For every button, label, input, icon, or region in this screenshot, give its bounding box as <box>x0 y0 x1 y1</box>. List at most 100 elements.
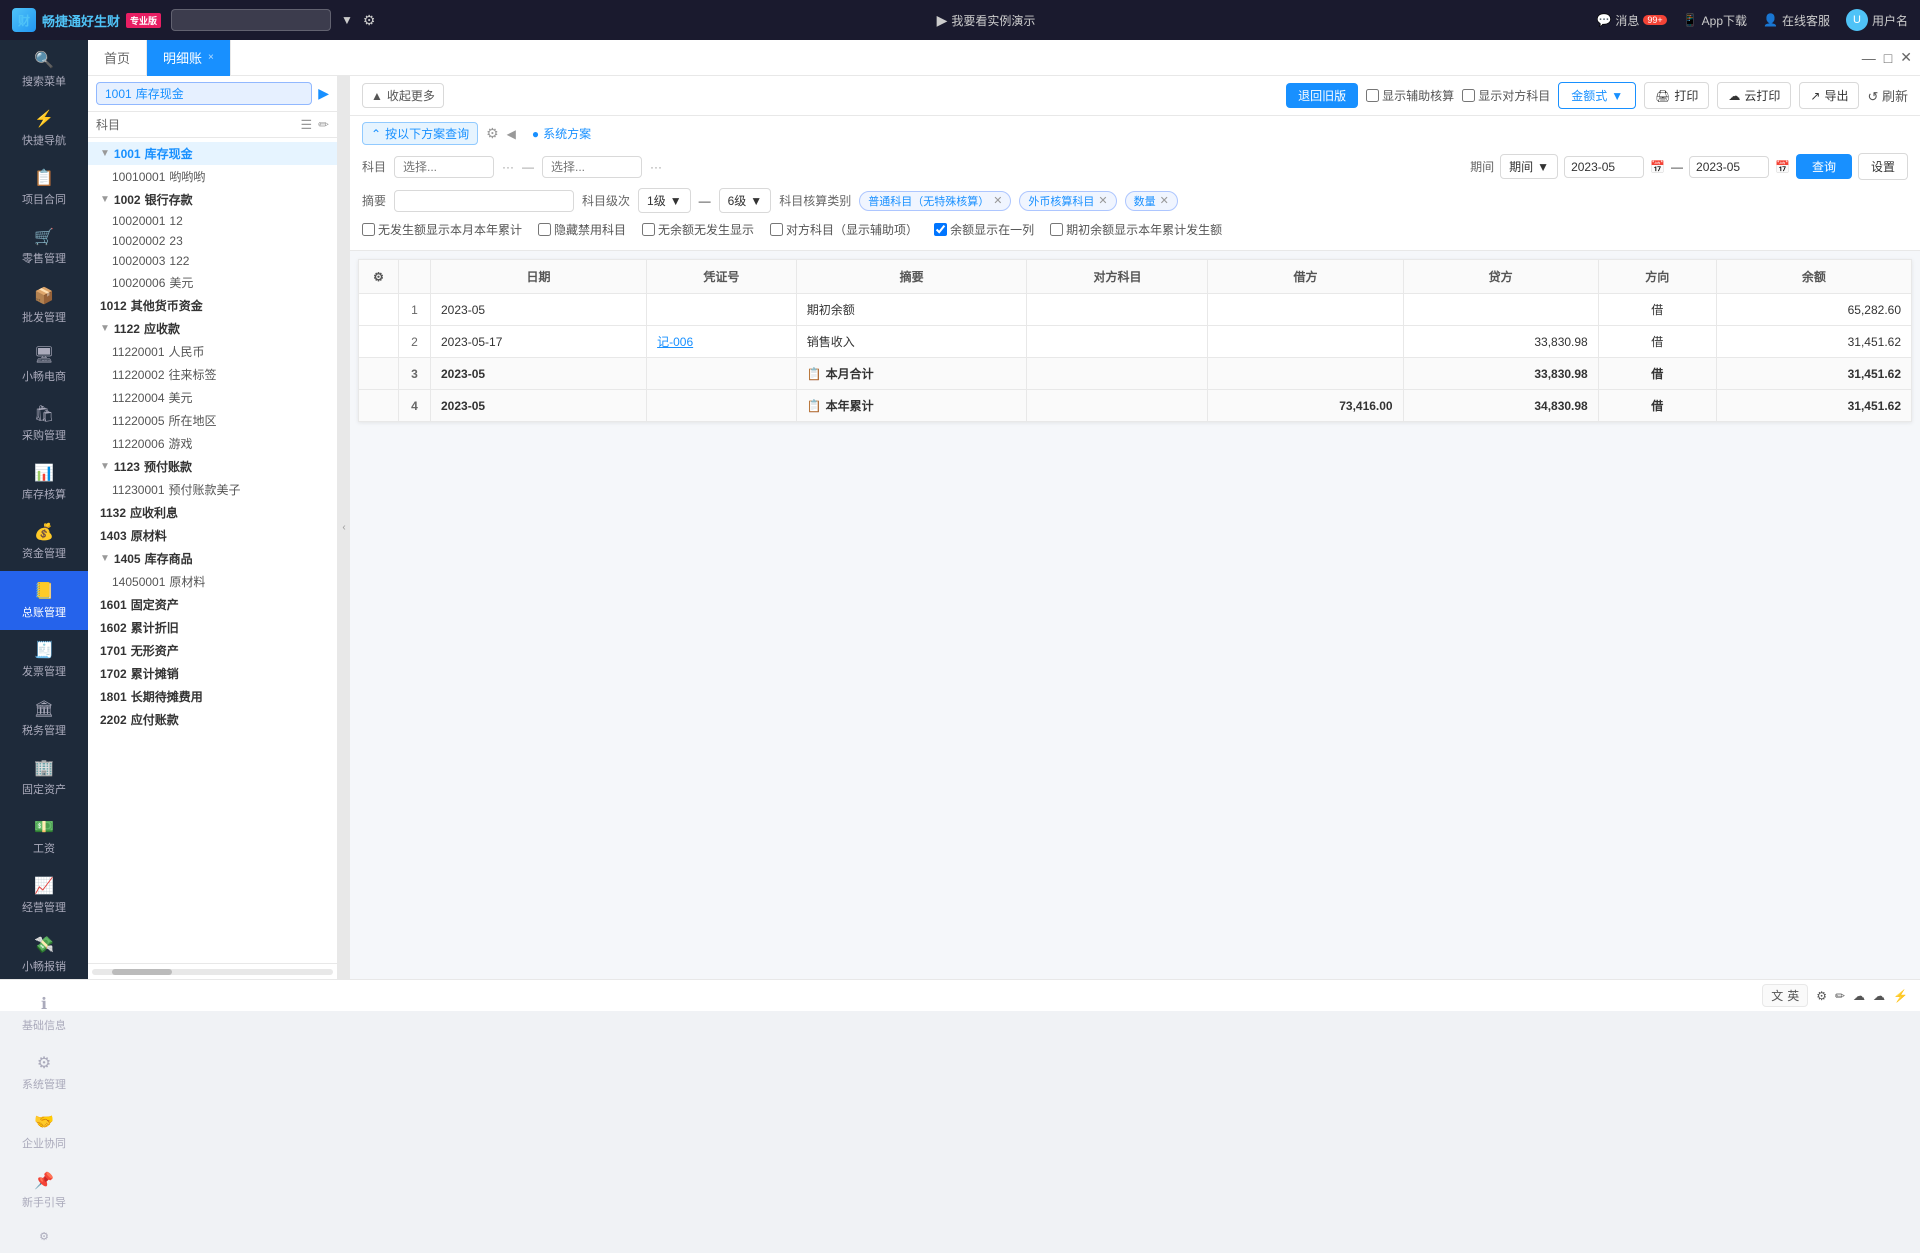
checkbox-balance-in-one[interactable]: 余额显示在一列 <box>934 221 1034 238</box>
tree-item-10020006[interactable]: 10020006 美元 <box>88 271 337 294</box>
top-search-input[interactable] <box>171 9 331 31</box>
tab-detail-account[interactable]: 明细账 × <box>147 40 231 76</box>
sidebar-item-assets[interactable]: 🏢 固定资产 <box>0 748 88 807</box>
show-aux-checkbox[interactable]: 显示辅助核算 <box>1366 87 1454 104</box>
tree-item-14050001[interactable]: 14050001 原材料 <box>88 570 337 593</box>
tree-item-1403[interactable]: 1403 原材料 <box>88 524 337 547</box>
print-button[interactable]: 🖨 打印 <box>1644 82 1709 109</box>
checkbox-no-amount[interactable]: 无发生额显示本月本年累计 <box>362 221 522 238</box>
tab-close-all-button[interactable]: ✕ <box>1900 49 1912 66</box>
checkbox-no-balance[interactable]: 无余额无发生显示 <box>642 221 754 238</box>
sidebar-item-purchase[interactable]: 🛍 采购管理 <box>0 394 88 453</box>
left-panel-collapse-handle[interactable]: ‹ <box>338 76 350 979</box>
online-service-button[interactable]: 👤 在线客服 <box>1763 12 1830 29</box>
sidebar-item-inventory[interactable]: 📊 库存核算 <box>0 453 88 512</box>
bottom-bolt-icon[interactable]: ⚡ <box>1893 989 1908 1003</box>
period-end-input[interactable] <box>1689 156 1769 178</box>
tree-scrollbar-area[interactable] <box>88 963 337 979</box>
cb-no-balance[interactable] <box>642 223 655 236</box>
sidebar-item-tax[interactable]: 🏛 税务管理 <box>0 689 88 748</box>
scheme-button[interactable]: ● 系统方案 <box>532 125 591 142</box>
tree-item-10020003[interactable]: 10020003 122 <box>88 251 337 271</box>
row-voucher[interactable]: 记-006 <box>647 326 797 358</box>
sidebar-item-guide[interactable]: 📌 新手引导 <box>0 1161 88 1220</box>
level-to-select[interactable]: 6级 ▼ <box>719 188 772 213</box>
sidebar-item-project[interactable]: 📋 项目合同 <box>0 158 88 217</box>
tab-close-icon[interactable]: × <box>208 52 214 63</box>
tree-item-1405[interactable]: ▼ 1405 库存商品 <box>88 547 337 570</box>
summary-input[interactable] <box>394 190 574 212</box>
cb-initial-balance[interactable] <box>1050 223 1063 236</box>
cb-no-amount[interactable] <box>362 223 375 236</box>
settings-icon[interactable]: ⚙ <box>363 12 376 29</box>
tab-home[interactable]: 首页 <box>88 40 147 76</box>
tree-item-10020002[interactable]: 10020002 23 <box>88 231 337 251</box>
return-old-version-button[interactable]: 退回旧版 <box>1286 83 1358 108</box>
tree-item-2202[interactable]: 2202 应付账款 <box>88 708 337 731</box>
filter-tag-close-0[interactable]: ✕ <box>993 194 1002 207</box>
th-settings[interactable]: ⚙ <box>359 260 399 294</box>
show-aux-input[interactable] <box>1366 89 1379 102</box>
tree-item-1801[interactable]: 1801 长期待摊费用 <box>88 685 337 708</box>
export-button[interactable]: ↗ 导出 <box>1799 82 1859 109</box>
subject-input[interactable] <box>394 156 494 178</box>
tree-item-11220006[interactable]: 11220006 游戏 <box>88 432 337 455</box>
sidebar-item-base[interactable]: ℹ 基础信息 <box>0 984 88 1043</box>
bottom-edit-icon[interactable]: ✏ <box>1835 989 1845 1003</box>
bottom-settings-icon[interactable]: ⚙ <box>1816 989 1827 1003</box>
tree-item-11220002[interactable]: 11220002 往来标签 <box>88 363 337 386</box>
tree-item-1701[interactable]: 1701 无形资产 <box>88 639 337 662</box>
tree-scrollbar-track[interactable] <box>92 969 333 975</box>
period-start-input[interactable] <box>1564 156 1644 178</box>
message-button[interactable]: 💬 消息 99+ <box>1596 12 1666 29</box>
show-opposite-input[interactable] <box>1462 89 1475 102</box>
tree-item-11220004[interactable]: 11220004 美元 <box>88 386 337 409</box>
bottom-cloud-icon1[interactable]: ☁ <box>1853 989 1865 1003</box>
voucher-link[interactable]: 记-006 <box>657 335 693 349</box>
cloud-print-button[interactable]: ☁ 云打印 <box>1717 82 1791 109</box>
tree-item-1123[interactable]: ▼ 1123 预付账款 <box>88 455 337 478</box>
tree-item-11230001[interactable]: 11230001 预付账款美子 <box>88 478 337 501</box>
tree-item-11220005[interactable]: 11220005 所在地区 <box>88 409 337 432</box>
period-type-select[interactable]: 期间 ▼ <box>1500 154 1558 179</box>
selected-account[interactable]: 1001 库存现金 <box>96 82 312 105</box>
tree-item-11220001[interactable]: 11220001 人民币 <box>88 340 337 363</box>
app-download-button[interactable]: 📱 App下载 <box>1683 12 1747 29</box>
sidebar-item-finance[interactable]: 💰 资金管理 <box>0 512 88 571</box>
sidebar-item-sales[interactable]: 💸 小畅报销 <box>0 925 88 984</box>
calendar-start-icon[interactable]: 📅 <box>1650 160 1665 174</box>
setting-button[interactable]: 设置 <box>1858 153 1908 180</box>
amount-format-button[interactable]: 金额式 ▼ <box>1558 82 1636 109</box>
checkbox-hide-disabled[interactable]: 隐藏禁用科目 <box>538 221 626 238</box>
calendar-end-icon[interactable]: 📅 <box>1775 160 1790 174</box>
sidebar-item-nav[interactable]: ⚡ 快捷导航 <box>0 99 88 158</box>
sidebar-settings-button[interactable]: ⚙ <box>0 1220 88 1253</box>
level-from-select[interactable]: 1级 ▼ <box>638 188 691 213</box>
refresh-button[interactable]: ↺ 刷新 <box>1867 86 1908 105</box>
filter-settings-icon[interactable]: ⚙ <box>486 125 499 142</box>
tree-item-1702[interactable]: 1702 累计摊销 <box>88 662 337 685</box>
tree-edit-icon[interactable]: ✏ <box>318 117 329 133</box>
dropdown-icon[interactable]: ▼ <box>341 13 353 27</box>
demo-button[interactable]: ▶ 我要看实例演示 <box>937 12 1036 29</box>
sidebar-item-ecommerce[interactable]: 🖥 小畅电商 <box>0 335 88 394</box>
tree-container[interactable]: ▼ 1001 库存现金 10010001 哟哟哟 ▼ 1002 银行存款 <box>88 138 337 963</box>
tree-item-10020001[interactable]: 10020001 12 <box>88 211 337 231</box>
filter-collapse-icon[interactable]: ◀ <box>507 127 516 141</box>
tree-item-1002[interactable]: ▼ 1002 银行存款 <box>88 188 337 211</box>
table-area[interactable]: ⚙ 日期 凭证号 摘要 对方科目 借方 贷方 方向 余额 <box>350 251 1920 979</box>
tree-list-icon[interactable]: ☰ <box>300 117 312 133</box>
sidebar-item-wholesale[interactable]: 📦 批发管理 <box>0 276 88 335</box>
sidebar-item-ledger[interactable]: 📒 总账管理 <box>0 571 88 630</box>
tree-item-1001[interactable]: ▼ 1001 库存现金 <box>88 142 337 165</box>
cb-balance-in-one[interactable] <box>934 223 947 236</box>
tree-item-1012[interactable]: 1012 其他货币资金 <box>88 294 337 317</box>
filter-tag-quantity[interactable]: 数量 ✕ <box>1125 191 1178 211</box>
sidebar-item-cooperation[interactable]: 🤝 企业协同 <box>0 1102 88 1161</box>
sidebar-item-retail[interactable]: 🛒 零售管理 <box>0 217 88 276</box>
tree-item-1602[interactable]: 1602 累计折旧 <box>88 616 337 639</box>
tree-item-1122[interactable]: ▼ 1122 应收款 <box>88 317 337 340</box>
account-nav-right-arrow[interactable]: ▶ <box>318 85 329 102</box>
filter-tag-foreign[interactable]: 外币核算科目 ✕ <box>1019 191 1116 211</box>
tree-item-1132[interactable]: 1132 应收利息 <box>88 501 337 524</box>
